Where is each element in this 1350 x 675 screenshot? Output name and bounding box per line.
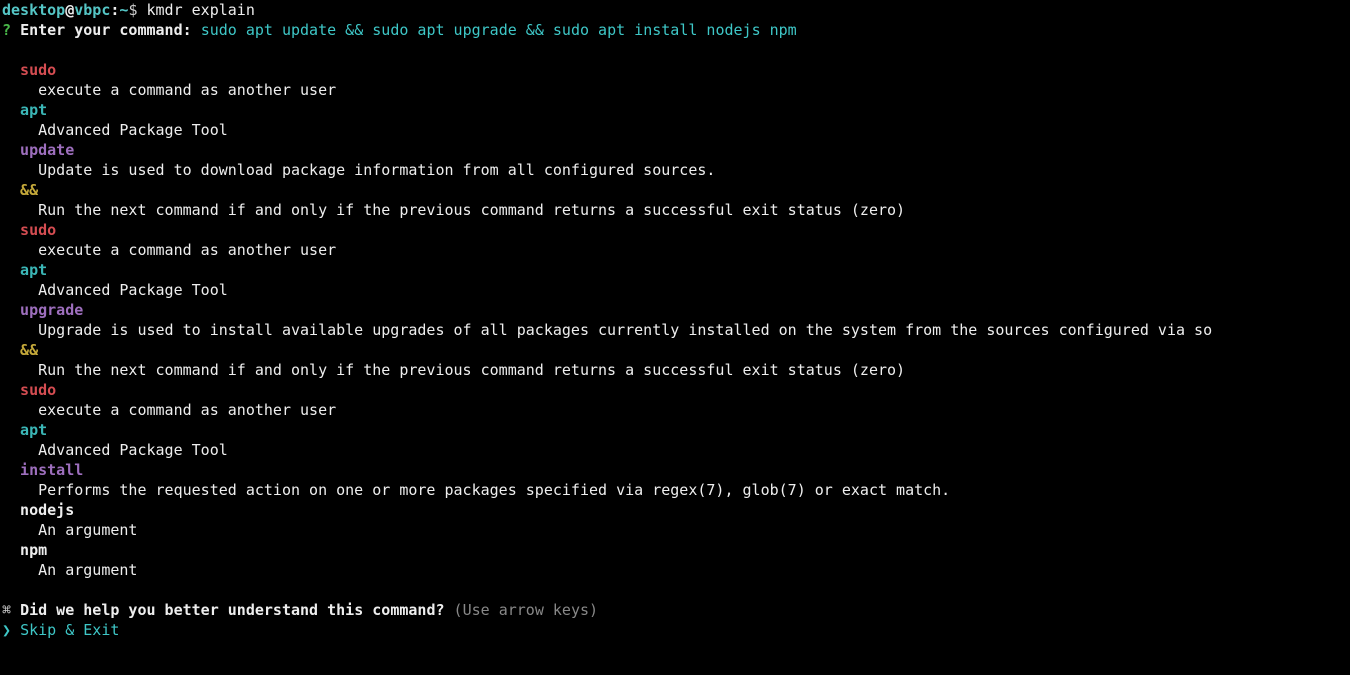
token: && xyxy=(20,341,38,359)
followup-question: Did we help you better understand this c… xyxy=(20,601,444,619)
token-description: execute a command as another user xyxy=(2,80,1348,100)
followup-hint: (Use arrow keys) xyxy=(454,601,599,619)
token: npm xyxy=(20,541,47,559)
token: apt xyxy=(20,261,47,279)
token: install xyxy=(20,461,83,479)
token-line: apt xyxy=(2,260,1348,280)
token: upgrade xyxy=(20,301,83,319)
prompt-host: vbpc xyxy=(74,1,110,19)
prompt-user: desktop xyxy=(2,1,65,19)
token-description: execute a command as another user xyxy=(2,400,1348,420)
terminal[interactable]: desktop@vbpc:~$ kmdr explain ? Enter you… xyxy=(0,0,1350,640)
shell-prompt-line: desktop@vbpc:~$ kmdr explain xyxy=(2,0,1348,20)
token-line: sudo xyxy=(2,60,1348,80)
token-description: Advanced Package Tool xyxy=(2,440,1348,460)
explanation-block: sudoexecute a command as another userapt… xyxy=(2,60,1348,580)
command-input-line: ? Enter your command: sudo apt update &&… xyxy=(2,20,1348,40)
token-description: Advanced Package Tool xyxy=(2,280,1348,300)
token-description: Advanced Package Tool xyxy=(2,120,1348,140)
token-description: An argument xyxy=(2,520,1348,540)
token-line: sudo xyxy=(2,220,1348,240)
token: sudo xyxy=(20,61,56,79)
menu-line[interactable]: ❯ Skip & Exit xyxy=(2,620,1348,640)
token: sudo xyxy=(20,381,56,399)
at-sign: @ xyxy=(65,1,74,19)
entered-command[interactable]: sudo apt update && sudo apt upgrade && s… xyxy=(201,21,797,39)
token-line: && xyxy=(2,340,1348,360)
token: && xyxy=(20,181,38,199)
followup-line: ⌘ Did we help you better understand this… xyxy=(2,600,1348,620)
token-line: install xyxy=(2,460,1348,480)
token-line: upgrade xyxy=(2,300,1348,320)
menu-selected-item[interactable]: Skip & Exit xyxy=(20,621,119,639)
token-description: execute a command as another user xyxy=(2,240,1348,260)
token-description: Run the next command if and only if the … xyxy=(2,360,1348,380)
token-line: update xyxy=(2,140,1348,160)
selection-marker-icon: ❯ xyxy=(2,621,11,639)
token: update xyxy=(20,141,74,159)
token-description: An argument xyxy=(2,560,1348,580)
token-line: apt xyxy=(2,100,1348,120)
token-line: && xyxy=(2,180,1348,200)
token-description: Performs the requested action on one or … xyxy=(2,480,1348,500)
token: apt xyxy=(20,101,47,119)
token: nodejs xyxy=(20,501,74,519)
token-line: npm xyxy=(2,540,1348,560)
token-line: apt xyxy=(2,420,1348,440)
token: sudo xyxy=(20,221,56,239)
enter-command-label: Enter your command: xyxy=(20,21,192,39)
prompt-symbol: $ xyxy=(128,1,137,19)
token-line: nodejs xyxy=(2,500,1348,520)
token-description: Run the next command if and only if the … xyxy=(2,200,1348,220)
command-icon: ⌘ xyxy=(2,601,11,619)
question-mark-icon: ? xyxy=(2,21,11,39)
token-line: sudo xyxy=(2,380,1348,400)
token-description: Update is used to download package infor… xyxy=(2,160,1348,180)
token: apt xyxy=(20,421,47,439)
invoked-command: kmdr explain xyxy=(147,1,255,19)
token-description: Upgrade is used to install available upg… xyxy=(2,320,1348,340)
